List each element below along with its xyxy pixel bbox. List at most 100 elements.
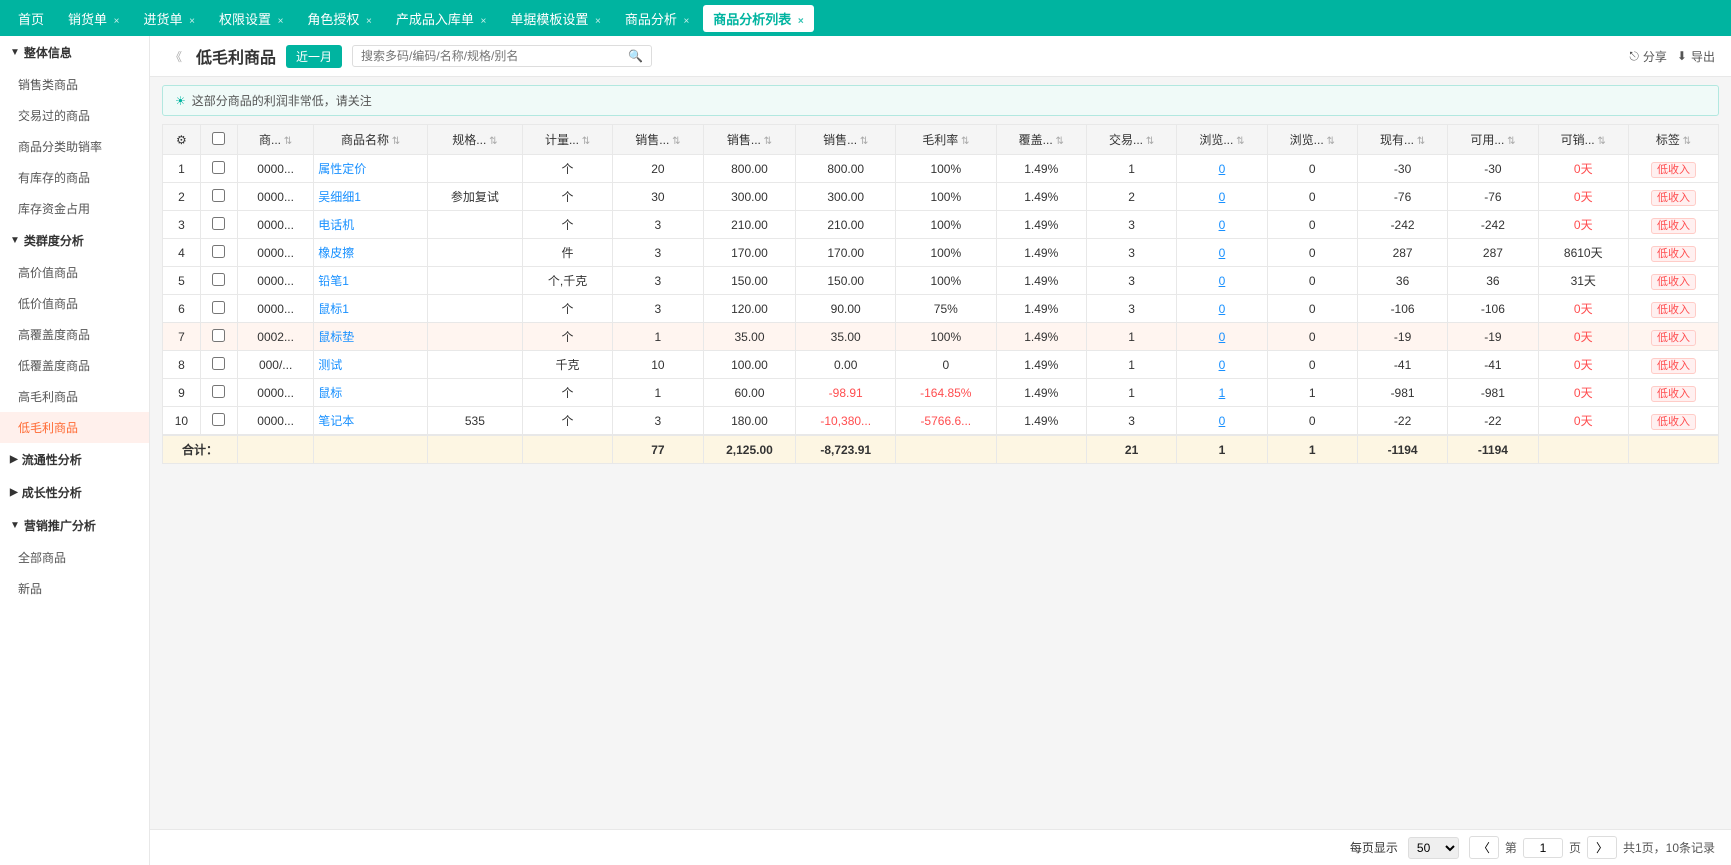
- sidebar-section-cluster[interactable]: ▼ 类群度分析: [0, 224, 149, 257]
- row-views1-4[interactable]: 0: [1177, 267, 1267, 295]
- col-sales-amount[interactable]: 销售...: [703, 125, 796, 155]
- row-views1-1[interactable]: 0: [1177, 183, 1267, 211]
- page-size-select[interactable]: 50 10 20 100: [1408, 837, 1459, 859]
- nav-home[interactable]: 首页: [8, 5, 54, 32]
- sidebar-item-capital[interactable]: 库存资金占用: [0, 193, 149, 224]
- col-settings[interactable]: ⚙: [163, 125, 201, 155]
- sidebar-item-high-value[interactable]: 高价值商品: [0, 257, 149, 288]
- close-permissions[interactable]: ×: [278, 16, 284, 27]
- sidebar-section-growth[interactable]: ▶ 成长性分析: [0, 476, 149, 509]
- row-checkbox-1[interactable]: [200, 183, 237, 211]
- close-analysis[interactable]: ×: [683, 16, 689, 27]
- summary-empty-spec: [427, 435, 522, 464]
- nav-products[interactable]: 产成品入库单 ×: [386, 5, 496, 32]
- sidebar-item-traded-goods[interactable]: 交易过的商品: [0, 100, 149, 131]
- sidebar-item-high-margin[interactable]: 高毛利商品: [0, 381, 149, 412]
- nav-templates[interactable]: 单据模板设置 ×: [500, 5, 610, 32]
- row-name-0[interactable]: 属性定价: [314, 155, 428, 183]
- nav-permissions[interactable]: 权限设置 ×: [209, 5, 293, 32]
- col-tag[interactable]: 标签: [1628, 125, 1718, 155]
- col-transactions[interactable]: 交易...: [1086, 125, 1176, 155]
- row-name-5[interactable]: 鼠标1: [314, 295, 428, 323]
- row-views1-3[interactable]: 0: [1177, 239, 1267, 267]
- page-number-input[interactable]: [1523, 838, 1563, 858]
- date-filter-button[interactable]: 近一月: [286, 45, 342, 68]
- row-checkbox-7[interactable]: [200, 351, 237, 379]
- row-name-1[interactable]: 吴细细1: [314, 183, 428, 211]
- close-analysis-list[interactable]: ×: [798, 16, 804, 27]
- close-sales[interactable]: ×: [114, 16, 120, 27]
- col-unit[interactable]: 计量...: [522, 125, 612, 155]
- prev-page-button[interactable]: 〈: [1469, 836, 1499, 859]
- col-checkbox-header[interactable]: [200, 125, 237, 155]
- nav-analysis-list[interactable]: 商品分析列表 ×: [703, 5, 813, 32]
- row-name-3[interactable]: 橡皮擦: [314, 239, 428, 267]
- row-views1-0[interactable]: 0: [1177, 155, 1267, 183]
- row-checkbox-4[interactable]: [200, 267, 237, 295]
- next-page-button[interactable]: 〉: [1587, 836, 1617, 859]
- share-button[interactable]: ⎋ 分享: [1629, 48, 1667, 65]
- row-checkbox-3[interactable]: [200, 239, 237, 267]
- row-views1-2[interactable]: 0: [1177, 211, 1267, 239]
- row-checkbox-6[interactable]: [200, 323, 237, 351]
- sidebar-section-marketing[interactable]: ▼ 营销推广分析: [0, 509, 149, 542]
- nav-sales[interactable]: 销货单 ×: [58, 5, 129, 32]
- row-checkbox-9[interactable]: [200, 407, 237, 436]
- nav-analysis[interactable]: 商品分析 ×: [615, 5, 699, 32]
- close-templates[interactable]: ×: [595, 16, 601, 27]
- row-checkbox-5[interactable]: [200, 295, 237, 323]
- sidebar-item-high-coverage[interactable]: 高覆盖度商品: [0, 319, 149, 350]
- col-views1[interactable]: 浏览...: [1177, 125, 1267, 155]
- col-current-stock[interactable]: 现有...: [1357, 125, 1447, 155]
- col-sales-profit[interactable]: 销售...: [796, 125, 896, 155]
- col-name[interactable]: 商品名称: [314, 125, 428, 155]
- sidebar-item-sales-goods[interactable]: 销售类商品: [0, 69, 149, 100]
- row-views1-5[interactable]: 0: [1177, 295, 1267, 323]
- sidebar-item-low-value[interactable]: 低价值商品: [0, 288, 149, 319]
- nav-roles[interactable]: 角色授权 ×: [297, 5, 381, 32]
- col-gross-margin[interactable]: 毛利率: [895, 125, 996, 155]
- sidebar-item-category-rate[interactable]: 商品分类助销率: [0, 131, 149, 162]
- row-name-8[interactable]: 鼠标: [314, 379, 428, 407]
- search-input[interactable]: [361, 49, 628, 63]
- row-unit-5: 个: [522, 295, 612, 323]
- sidebar-item-new-goods[interactable]: 新品: [0, 573, 149, 604]
- nav-purchase[interactable]: 进货单 ×: [133, 5, 204, 32]
- col-code[interactable]: 商...: [238, 125, 314, 155]
- row-name-6[interactable]: 鼠标垫: [314, 323, 428, 351]
- col-sellable-days[interactable]: 可销...: [1538, 125, 1628, 155]
- row-views2-1: 0: [1267, 183, 1357, 211]
- sidebar-item-low-margin[interactable]: 低毛利商品: [0, 412, 149, 443]
- row-checkbox-8[interactable]: [200, 379, 237, 407]
- row-transactions-6: 1: [1086, 323, 1176, 351]
- sidebar-collapse-btn[interactable]: 《: [166, 48, 186, 65]
- row-current-stock-8: -981: [1357, 379, 1447, 407]
- row-name-4[interactable]: 铅笔1: [314, 267, 428, 295]
- sidebar-item-low-coverage[interactable]: 低覆盖度商品: [0, 350, 149, 381]
- close-roles[interactable]: ×: [366, 16, 372, 27]
- row-views1-8[interactable]: 1: [1177, 379, 1267, 407]
- col-coverage[interactable]: 覆盖...: [996, 125, 1086, 155]
- row-checkbox-0[interactable]: [200, 155, 237, 183]
- row-name-2[interactable]: 电话机: [314, 211, 428, 239]
- sidebar-item-all-goods[interactable]: 全部商品: [0, 542, 149, 573]
- export-button[interactable]: ⬇ 导出: [1677, 48, 1715, 65]
- select-all-checkbox[interactable]: [212, 132, 225, 145]
- row-views1-6[interactable]: 0: [1177, 323, 1267, 351]
- sidebar-item-in-stock[interactable]: 有库存的商品: [0, 162, 149, 193]
- row-checkbox-2[interactable]: [200, 211, 237, 239]
- row-views1-9[interactable]: 0: [1177, 407, 1267, 436]
- col-spec[interactable]: 规格...: [427, 125, 522, 155]
- col-available-stock[interactable]: 可用...: [1448, 125, 1538, 155]
- row-name-9[interactable]: 笔记本: [314, 407, 428, 436]
- close-products[interactable]: ×: [481, 16, 487, 27]
- row-views1-7[interactable]: 0: [1177, 351, 1267, 379]
- close-purchase[interactable]: ×: [189, 16, 195, 27]
- row-current-stock-5: -106: [1357, 295, 1447, 323]
- sidebar-section-flow[interactable]: ▶ 流通性分析: [0, 443, 149, 476]
- row-name-7[interactable]: 测试: [314, 351, 428, 379]
- col-sales-qty[interactable]: 销售...: [613, 125, 703, 155]
- sidebar-section-overall[interactable]: ▼ 整体信息: [0, 36, 149, 69]
- col-views2[interactable]: 浏览...: [1267, 125, 1357, 155]
- row-coverage-4: 1.49%: [996, 267, 1086, 295]
